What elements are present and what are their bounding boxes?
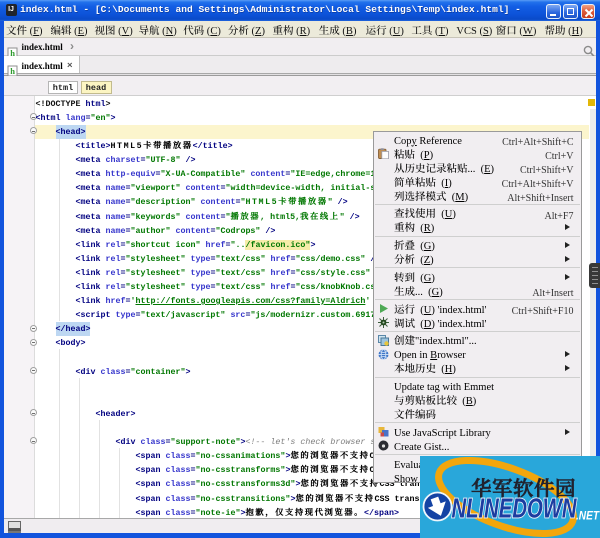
svg-text:.NET: .NET: [576, 509, 600, 523]
svg-text:NLINEDOWN: NLINEDOWN: [452, 493, 578, 524]
